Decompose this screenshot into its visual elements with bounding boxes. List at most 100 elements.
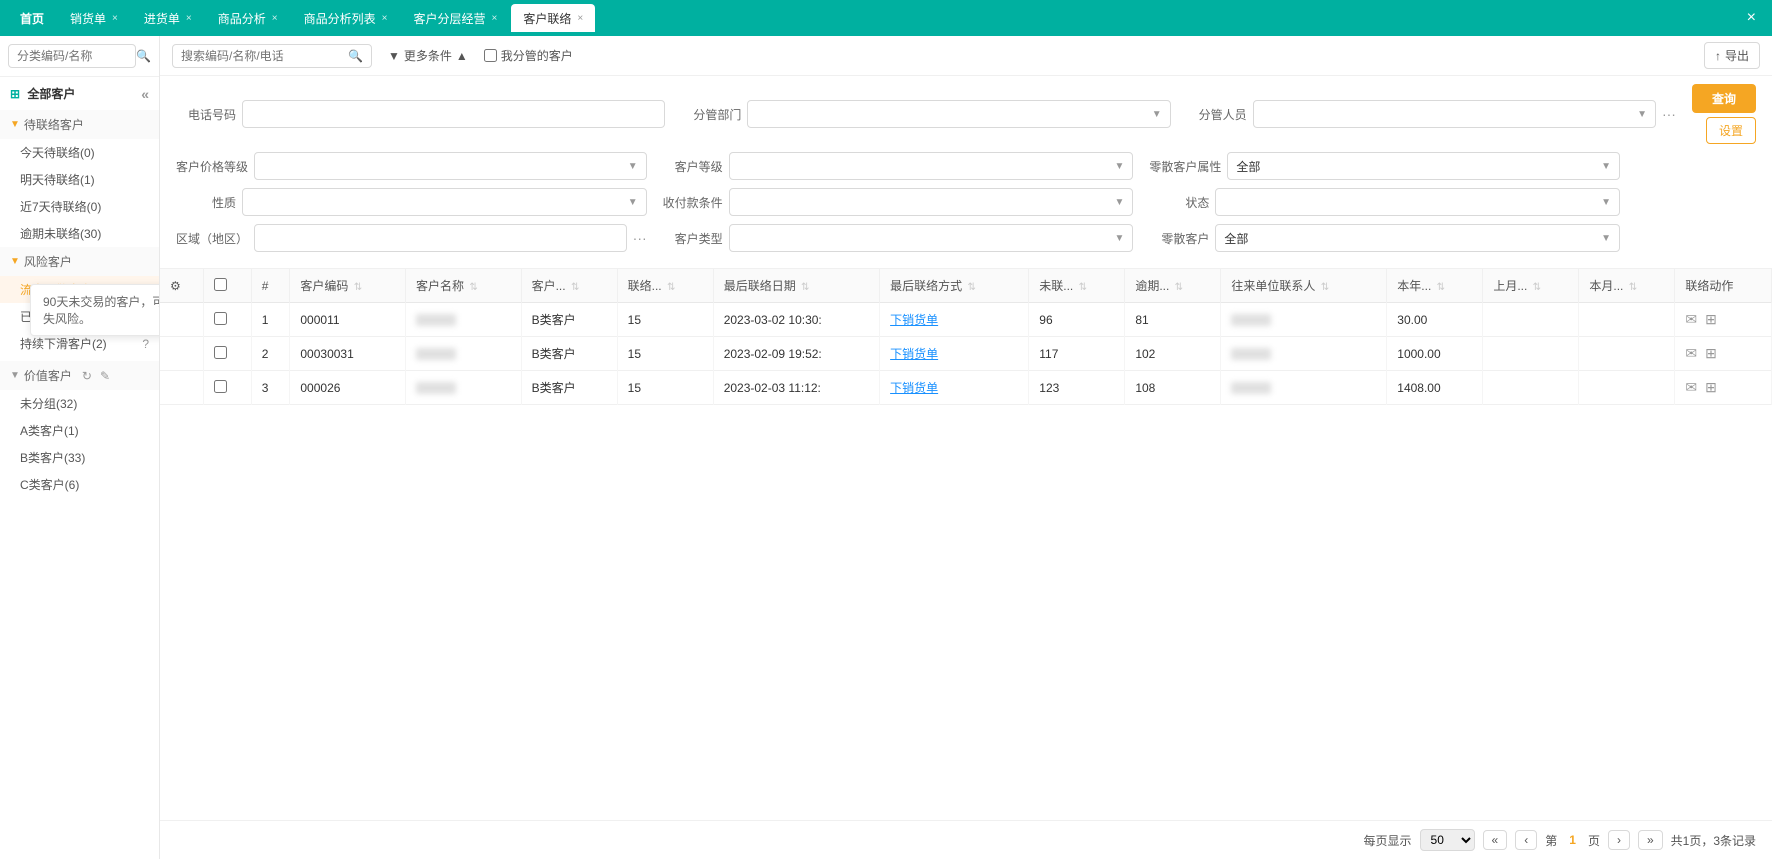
sidebar-item-week-contact[interactable]: 近7天待联络(0) [0,193,159,220]
th-type[interactable]: 客户... ⇅ [521,269,617,303]
th-code[interactable]: 客户编码 ⇅ [290,269,406,303]
sidebar-item-c-class[interactable]: C类客户(6) [0,471,159,498]
tab-purchase[interactable]: 进货单 × [132,4,204,32]
grid-action-icon[interactable]: ⊞ [1705,345,1717,362]
th-unit-contacts[interactable]: 往来单位联系人 ⇅ [1221,269,1387,303]
filter-nature-select[interactable]: ▼ [242,188,647,216]
sidebar-section-pending[interactable]: ▼ 待联络客户 [0,110,159,139]
tab-product-analysis-list[interactable]: 商品分析列表 × [292,4,400,32]
tab-home-label: 首页 [20,10,44,27]
th-overdue[interactable]: 逾期... ⇅ [1125,269,1221,303]
query-button[interactable]: 查询 [1692,84,1756,113]
sort-icon-name[interactable]: ⇅ [469,282,477,293]
sidebar-section-risk[interactable]: ▼ 风险客户 [0,247,159,276]
tab-home[interactable]: 首页 [8,4,56,32]
last-page-btn[interactable]: » [1638,830,1663,850]
first-page-btn[interactable]: « [1483,830,1508,850]
more-conditions-btn[interactable]: ▼ 更多条件 ▲ [380,43,476,68]
sort-icon-last-month[interactable]: ⇅ [1533,282,1541,293]
tab-customer-link-label: 客户联络 [523,10,571,27]
tab-customer-link[interactable]: 客户联络 × [511,4,595,32]
filter-status-select[interactable]: ▼ [1215,188,1620,216]
filter-manager-select[interactable]: ▼ [1253,100,1656,128]
filter-payment-select[interactable]: ▼ [729,188,1134,216]
th-this-month[interactable]: 本月... ⇅ [1579,269,1675,303]
tab-sales[interactable]: 销货单 × [58,4,130,32]
sort-icon-code[interactable]: ⇅ [354,282,362,293]
th-settings[interactable]: ⚙ [160,269,204,303]
search-input[interactable] [181,49,342,63]
tab-customer-link-close[interactable]: × [577,13,583,24]
contact-method-link[interactable]: 下销货单 [890,313,938,327]
sort-icon-this-month[interactable]: ⇅ [1629,282,1637,293]
refresh-icon[interactable]: ↻ [82,369,92,383]
th-contact[interactable]: 联络... ⇅ [617,269,713,303]
filter-phone-input[interactable] [242,100,665,128]
tab-product-analysis[interactable]: 商品分析 × [206,4,290,32]
unit-contact-name [1231,348,1271,360]
filter-region-select[interactable] [254,224,627,252]
filter-status-label: 状态 [1149,194,1209,211]
row-checkbox[interactable] [214,380,227,393]
th-uncontacted[interactable]: 未联... ⇅ [1029,269,1125,303]
contact-method-link[interactable]: 下销货单 [890,347,938,361]
tab-sales-close[interactable]: × [112,13,118,24]
sort-icon-unit[interactable]: ⇅ [1321,282,1329,293]
my-customers-checkbox[interactable] [484,49,497,62]
sidebar-item-b-class[interactable]: B类客户(33) [0,444,159,471]
message-icon[interactable]: ✉ [1685,311,1697,328]
contact-method-link[interactable]: 下销货单 [890,381,938,395]
filter-dept-select[interactable]: ▼ [747,100,1170,128]
tab-product-analysis-close[interactable]: × [272,13,278,24]
filter-retail-attr-select[interactable]: 全部 ▼ [1227,152,1620,180]
sidebar-item-overdue-contact[interactable]: 逾期未联络(30) [0,220,159,247]
sort-icon-method[interactable]: ⇅ [967,282,975,293]
tab-purchase-close[interactable]: × [186,13,192,24]
sidebar-item-ungrouped[interactable]: 未分组(32) [0,390,159,417]
message-icon[interactable]: ✉ [1685,379,1697,396]
th-last-contact-method[interactable]: 最后联络方式 ⇅ [880,269,1029,303]
message-icon[interactable]: ✉ [1685,345,1697,362]
my-customers-checkbox-label[interactable]: 我分管的客户 [484,47,573,64]
th-last-month[interactable]: 上月... ⇅ [1483,269,1579,303]
sidebar-item-a-class[interactable]: A类客户(1) [0,417,159,444]
tab-product-analysis-list-close[interactable]: × [382,13,388,24]
more-icon2[interactable]: ··· [633,230,647,246]
select-all-checkbox[interactable] [214,278,227,291]
settings-button[interactable]: 设置 [1706,117,1756,144]
th-this-year[interactable]: 本年... ⇅ [1387,269,1483,303]
grid-action-icon[interactable]: ⊞ [1705,311,1717,328]
sort-icon-overdue[interactable]: ⇅ [1175,282,1183,293]
th-last-contact-date[interactable]: 最后联络日期 ⇅ [713,269,879,303]
export-button[interactable]: ↑ 导出 [1704,42,1760,69]
prev-page-btn[interactable]: ‹ [1515,830,1537,850]
more-icon[interactable]: ··· [1662,106,1676,122]
total-info: 共1页，3条记录 [1671,832,1756,849]
per-page-select[interactable]: 50 100 200 [1420,829,1475,851]
sort-icon-contact[interactable]: ⇅ [667,282,675,293]
window-close-button[interactable]: × [1739,9,1764,27]
tab-customer-segment-close[interactable]: × [491,13,497,24]
collapse-icon[interactable]: « [141,86,149,102]
sort-icon-date[interactable]: ⇅ [801,282,809,293]
sort-icon-type[interactable]: ⇅ [571,282,579,293]
row-checkbox[interactable] [214,312,227,325]
edit-icon[interactable]: ✎ [100,369,110,383]
row-checkbox[interactable] [214,346,227,359]
filter-customer-level-select[interactable]: ▼ [729,152,1134,180]
grid-action-icon[interactable]: ⊞ [1705,379,1717,396]
sidebar-search-input[interactable] [8,44,136,68]
filter-price-level-select[interactable]: ▼ [254,152,647,180]
sidebar-item-tomorrow-contact[interactable]: 明天待联络(1) [0,166,159,193]
filter-retail-value: 全部 [1224,230,1248,247]
sort-icon-year[interactable]: ⇅ [1437,282,1445,293]
th-name[interactable]: 客户名称 ⇅ [405,269,521,303]
sidebar-section-value[interactable]: ▼ 价值客户 ↻ ✎ [0,361,159,390]
filter-customer-type-select[interactable]: ▼ [729,224,1134,252]
tab-customer-segment[interactable]: 客户分层经营 × [401,4,509,32]
filter-retail-select[interactable]: 全部 ▼ [1215,224,1620,252]
sidebar-item-today-contact[interactable]: 今天待联络(0) [0,139,159,166]
sidebar-all-customers[interactable]: ⊞ 全部客户 « [0,77,159,110]
sort-icon-uncontacted[interactable]: ⇅ [1079,282,1087,293]
next-page-btn[interactable]: › [1608,830,1630,850]
